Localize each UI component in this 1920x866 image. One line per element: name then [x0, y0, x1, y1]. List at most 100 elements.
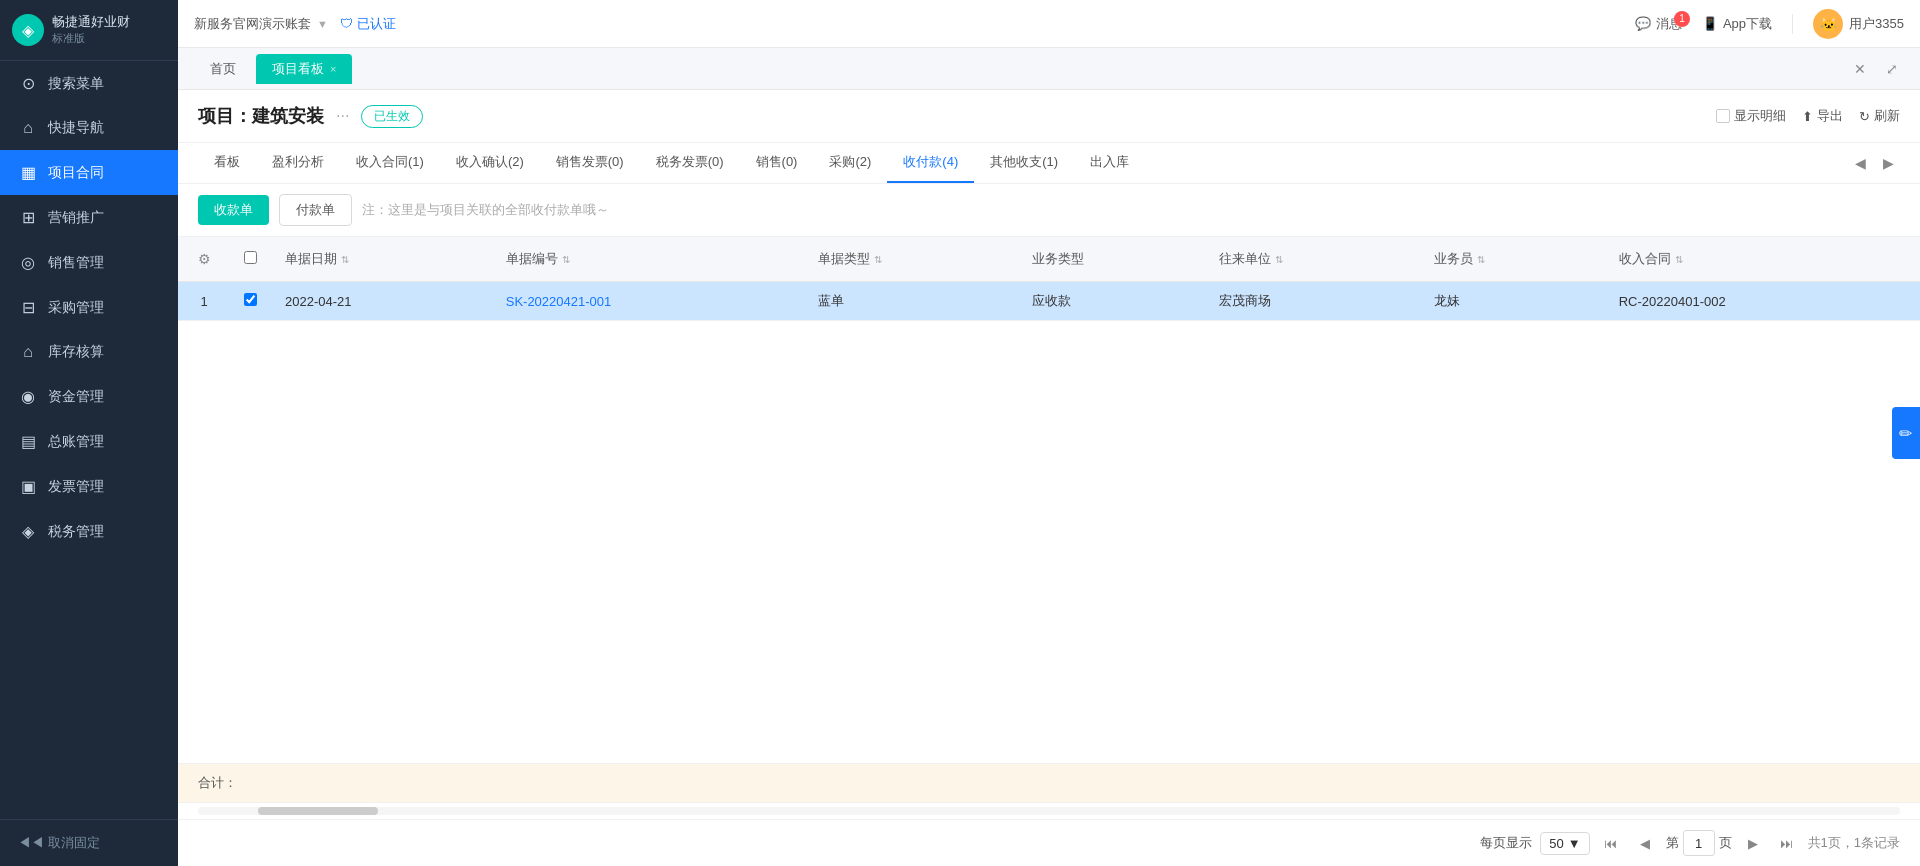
table-scrollbar-row [178, 802, 1920, 819]
page-size-arrow: ▼ [1568, 836, 1581, 851]
subtab-other-income-label: 其他收支(1) [990, 154, 1058, 169]
project-name: 建筑安装 [252, 106, 324, 126]
staff-sort-icon[interactable]: ⇅ [1477, 254, 1485, 265]
subtab-sales-invoice[interactable]: 销售发票(0) [540, 143, 640, 183]
unpin-label: ◀◀ 取消固定 [18, 834, 100, 852]
subtab-income-contract[interactable]: 收入合同(1) [340, 143, 440, 183]
show-detail-action[interactable]: 显示明细 [1716, 107, 1786, 125]
sidebar: ◈ 畅捷通好业财 标准版 ⊙ 搜索菜单 ⌂ 快捷导航 ▦ 项目合同 ⊞ 营销推广… [0, 0, 178, 866]
income-contract-sort-icon[interactable]: ⇅ [1675, 254, 1683, 265]
receipt-button[interactable]: 收款单 [198, 195, 269, 225]
next-page-button[interactable]: ▶ [1740, 830, 1766, 856]
subtab-next-button[interactable]: ▶ [1876, 151, 1900, 175]
close-window-button[interactable]: ✕ [1848, 57, 1872, 81]
sidebar-label-search: 搜索菜单 [48, 75, 104, 93]
subtab-sales[interactable]: 销售(0) [740, 143, 814, 183]
avatar: 🐱 [1813, 9, 1843, 39]
subtab-kanban[interactable]: 看板 [198, 143, 256, 183]
sidebar-item-project-contract[interactable]: ▦ 项目合同 [0, 150, 178, 195]
tab-project-board[interactable]: 项目看板 × [256, 54, 352, 84]
tab-home[interactable]: 首页 [194, 54, 252, 84]
scrollbar-thumb[interactable] [258, 807, 378, 815]
sidebar-item-inventory[interactable]: ⌂ 库存核算 [0, 330, 178, 374]
sidebar-item-invoice[interactable]: ▣ 发票管理 [0, 464, 178, 509]
account-selector[interactable]: 新服务官网演示账套 ▼ [194, 15, 328, 33]
type-sort-icon[interactable]: ⇅ [874, 254, 882, 265]
purchase-icon: ⊟ [18, 298, 38, 317]
sidebar-item-shortcut[interactable]: ⌂ 快捷导航 [0, 106, 178, 150]
sidebar-label-ledger: 总账管理 [48, 433, 104, 451]
row-checkbox-cell [230, 282, 271, 321]
detail-checkbox[interactable] [1716, 109, 1730, 123]
select-all-checkbox[interactable] [244, 251, 257, 264]
sidebar-item-sales[interactable]: ◎ 销售管理 [0, 240, 178, 285]
project-more-button[interactable]: ··· [336, 107, 349, 125]
sidebar-item-search[interactable]: ⊙ 搜索菜单 [0, 61, 178, 106]
table-row[interactable]: 1 2022-04-21 SK-20220421-001 蓝单 [178, 282, 1920, 321]
sidebar-item-tax[interactable]: ◈ 税务管理 [0, 509, 178, 554]
maximize-button[interactable]: ⤢ [1880, 57, 1904, 81]
data-table: ⚙ 单据日期 ⇅ [178, 237, 1920, 321]
counterpart-sort-icon[interactable]: ⇅ [1275, 254, 1283, 265]
user-menu[interactable]: 🐱 用户3355 [1813, 9, 1904, 39]
account-name: 新服务官网演示账套 [194, 15, 311, 33]
row-checkbox[interactable] [244, 293, 257, 306]
project-label: 项目：建筑安装 [198, 104, 324, 128]
subtab-tax-invoice[interactable]: 税务发票(0) [640, 143, 740, 183]
shield-icon: 🛡 [340, 16, 353, 31]
number-sort-icon[interactable]: ⇅ [562, 254, 570, 265]
project-header: 项目：建筑安装 ··· 已生效 显示明细 ⬆ 导出 ↻ 刷新 [178, 90, 1920, 143]
tab-close-icon[interactable]: × [330, 63, 336, 75]
gear-settings-button[interactable]: ⚙ [192, 247, 216, 271]
marketing-icon: ⊞ [18, 208, 38, 227]
row-number[interactable]: SK-20220421-001 [492, 282, 804, 321]
sidebar-item-purchase[interactable]: ⊟ 采购管理 [0, 285, 178, 330]
row-staff: 龙妹 [1420, 282, 1605, 321]
logo-icon: ◈ [22, 21, 34, 40]
message-button[interactable]: 💬 消息 1 [1635, 15, 1682, 33]
subtab-other-income[interactable]: 其他收支(1) [974, 143, 1074, 183]
certified-label: 已认证 [357, 15, 396, 33]
first-page-button[interactable]: ⏮ [1598, 830, 1624, 856]
account-dropdown-icon: ▼ [317, 18, 328, 30]
sidebar-label-tax: 税务管理 [48, 523, 104, 541]
subtab-in-out-stock[interactable]: 出入库 [1074, 143, 1145, 183]
subtab-income-confirm[interactable]: 收入确认(2) [440, 143, 540, 183]
show-detail-label: 显示明细 [1734, 107, 1786, 125]
sidebar-item-marketing[interactable]: ⊞ 营销推广 [0, 195, 178, 240]
export-button[interactable]: ⬆ 导出 [1802, 107, 1843, 125]
sidebar-item-capital[interactable]: ◉ 资金管理 [0, 374, 178, 419]
home-icon: ⌂ [18, 119, 38, 137]
app-download-button[interactable]: 📱 App下载 [1702, 15, 1772, 33]
sales-icon: ◎ [18, 253, 38, 272]
subtab-receive-payment[interactable]: 收付款(4) [887, 143, 974, 183]
sidebar-menu: ⊙ 搜索菜单 ⌂ 快捷导航 ▦ 项目合同 ⊞ 营销推广 ◎ 销售管理 ⊟ 采购管… [0, 61, 178, 819]
float-btn-icon: ✏ [1897, 424, 1916, 443]
refresh-button[interactable]: ↻ 刷新 [1859, 107, 1900, 125]
date-sort-icon[interactable]: ⇅ [341, 254, 349, 265]
payment-button[interactable]: 付款单 [279, 194, 352, 226]
prev-page-button[interactable]: ◀ [1632, 830, 1658, 856]
subtab-income-confirm-label: 收入确认(2) [456, 154, 524, 169]
right-float-button[interactable]: ✏ [1892, 407, 1920, 459]
col-counterpart-label: 往来单位 [1219, 250, 1271, 268]
col-number-label: 单据编号 [506, 250, 558, 268]
unpin-button[interactable]: ◀◀ 取消固定 [0, 819, 178, 866]
subtab-prev-button[interactable]: ◀ [1848, 151, 1872, 175]
col-checkbox [230, 237, 271, 282]
col-staff: 业务员 ⇅ [1420, 237, 1605, 282]
refresh-icon: ↻ [1859, 109, 1870, 124]
row-biz-type: 应收款 [1018, 282, 1205, 321]
page-size-select[interactable]: 50 ▼ [1540, 832, 1589, 855]
last-page-button[interactable]: ⏭ [1774, 830, 1800, 856]
subtab-purchase[interactable]: 采购(2) [813, 143, 887, 183]
sidebar-item-general-ledger[interactable]: ▤ 总账管理 [0, 419, 178, 464]
topbar-right: 💬 消息 1 📱 App下载 🐱 用户3355 [1635, 9, 1904, 39]
col-biz-type: 业务类型 [1018, 237, 1205, 282]
subtab-profit[interactable]: 盈利分析 [256, 143, 340, 183]
list-note: 注：这里是与项目关联的全部收付款单哦～ [362, 201, 609, 219]
page-number-input[interactable] [1683, 830, 1715, 856]
row-number-link[interactable]: SK-20220421-001 [506, 294, 612, 309]
subtab-tax-invoice-label: 税务发票(0) [656, 154, 724, 169]
subtab-income-contract-label: 收入合同(1) [356, 154, 424, 169]
